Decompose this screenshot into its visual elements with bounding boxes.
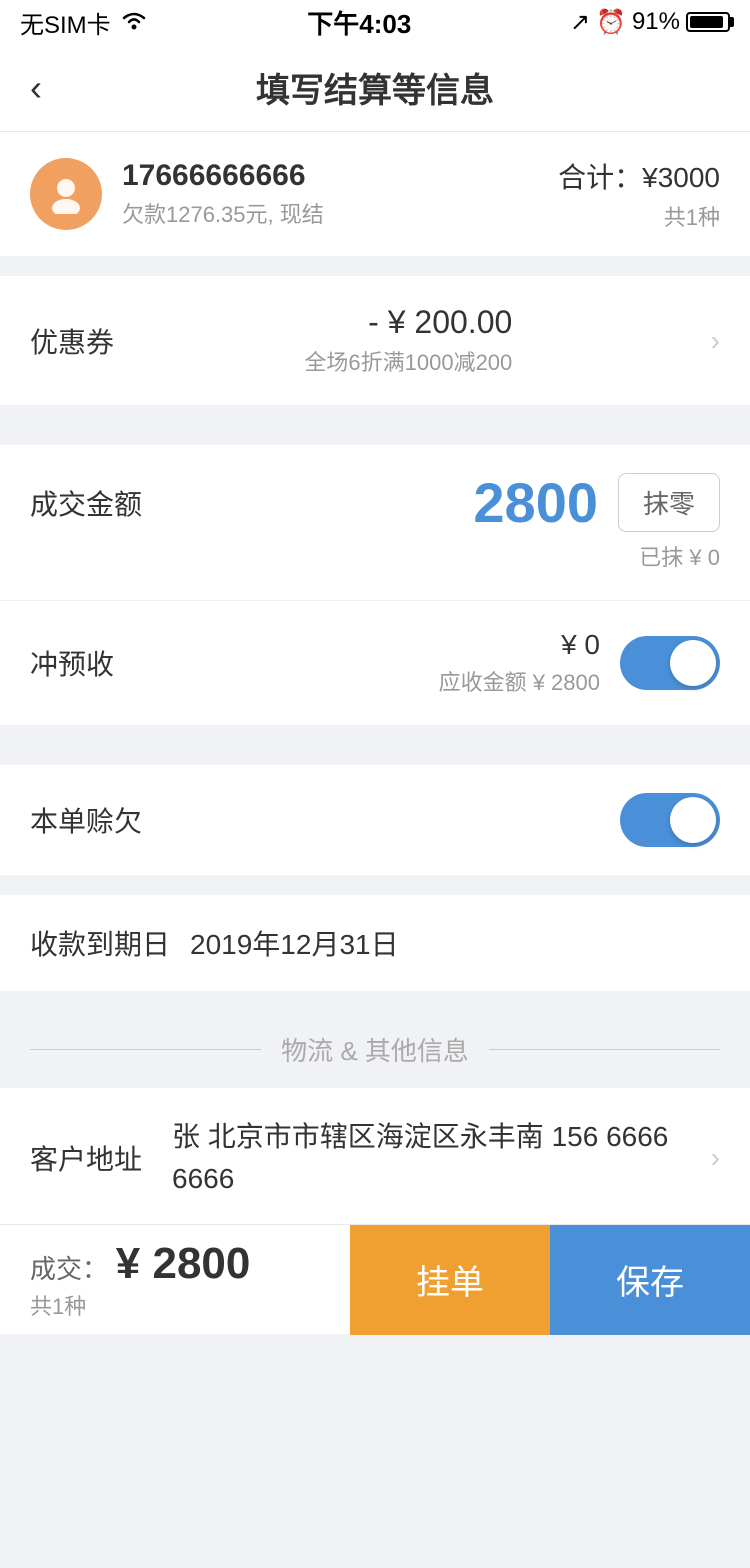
- coupon-discount: - ¥ 200.00: [304, 304, 512, 341]
- customer-phone: 17666666666: [122, 159, 324, 193]
- due-date-row: 收款到期日 2019年12月31日: [30, 923, 720, 963]
- logistics-divider: 物流 & 其他信息: [0, 1011, 750, 1088]
- logistics-line-right: [489, 1049, 720, 1050]
- customer-left: 17666666666 欠款1276.35元, 现结: [30, 158, 324, 230]
- total-count: 共1种: [558, 200, 720, 232]
- coupon-label: 优惠券: [30, 321, 114, 361]
- chevron-right-icon-address: ›: [711, 1142, 720, 1174]
- precharge-row: 冲预收 ¥ 0 应收金额 ¥ 2800: [30, 629, 720, 697]
- customer-details: 17666666666 欠款1276.35元, 现结: [122, 159, 324, 229]
- address-chevron: ›: [703, 1142, 720, 1174]
- hold-button[interactable]: 挂单: [350, 1225, 550, 1335]
- page-title: 填写结算等信息: [256, 63, 494, 112]
- bottom-total-amount: ¥ 2800: [116, 1239, 251, 1288]
- total-amount: 合计：¥3000: [558, 156, 720, 196]
- battery-text: 91%: [632, 8, 680, 36]
- due-date-section: 收款到期日 2019年12月31日: [0, 895, 750, 991]
- wifi-icon: [119, 8, 149, 37]
- battery-icon: [686, 12, 730, 32]
- back-button[interactable]: ‹: [30, 67, 42, 109]
- bad-debt-toggle[interactable]: [620, 793, 720, 847]
- status-right: ↗ ⏰ 91%: [570, 8, 730, 37]
- section-divider: [0, 425, 750, 445]
- due-date-label: 收款到期日: [30, 923, 170, 963]
- due-date-value: 2019年12月31日: [190, 923, 399, 963]
- coupon-right: - ¥ 200.00 全场6折满1000减200: [304, 304, 512, 377]
- chevron-right-icon: ›: [711, 325, 720, 357]
- amount-label: 成交金额: [30, 483, 142, 523]
- precharge-right: ¥ 0 应收金额 ¥ 2800: [439, 629, 720, 697]
- precharge-toggle[interactable]: [620, 636, 720, 690]
- logistics-text: 物流 & 其他信息: [281, 1031, 469, 1068]
- precharge-values: ¥ 0 应收金额 ¥ 2800: [439, 629, 600, 697]
- precharge-section: 冲预收 ¥ 0 应收金额 ¥ 2800: [0, 600, 750, 725]
- coupon-desc: 全场6折满1000减200: [304, 345, 512, 377]
- round-button[interactable]: 抹零: [618, 473, 720, 532]
- precharge-amount: ¥ 0: [439, 629, 600, 661]
- deal-amount-section: 成交金额 2800 抹零 已抹 ¥ 0: [0, 445, 750, 600]
- bottom-count: 共1种: [30, 1289, 320, 1321]
- precharge-sub: 应收金额 ¥ 2800: [439, 665, 600, 697]
- bottom-total-row: 成交： ¥ 2800: [30, 1239, 320, 1289]
- address-value: 张 北京市市辖区海淀区永丰南 156 6666 6666: [172, 1116, 703, 1200]
- status-left: 无SIM卡: [20, 5, 149, 40]
- no-sim-text: 无SIM卡: [20, 5, 111, 40]
- bad-debt-label: 本单赊欠: [30, 800, 142, 840]
- bottom-total-label: 成交：: [30, 1254, 108, 1284]
- nav-bar: ‹ 填写结算等信息: [0, 44, 750, 132]
- logistics-line-left: [30, 1049, 261, 1050]
- bottom-info: 成交： ¥ 2800 共1种: [0, 1239, 350, 1321]
- status-bar: 无SIM卡 下午4:03 ↗ ⏰ 91%: [0, 0, 750, 44]
- address-section[interactable]: 客户地址 张 北京市市辖区海淀区永丰南 156 6666 6666 ›: [0, 1088, 750, 1228]
- amount-row: 成交金额 2800 抹零: [30, 473, 720, 532]
- amount-right: 2800 抹零: [473, 473, 720, 532]
- content: 17666666666 欠款1276.35元, 现结 合计：¥3000 共1种 …: [0, 132, 750, 1568]
- bad-debt-section: 本单赊欠: [0, 765, 750, 875]
- bottom-bar: 成交： ¥ 2800 共1种 挂单 保存: [0, 1224, 750, 1334]
- amount-value: 2800: [473, 475, 598, 531]
- customer-total: 合计：¥3000 共1种: [558, 156, 720, 232]
- status-time: 下午4:03: [307, 4, 411, 41]
- avatar: [30, 158, 102, 230]
- alarm-icon: ⏰: [596, 8, 626, 37]
- customer-subtext: 欠款1276.35元, 现结: [122, 197, 324, 229]
- customer-info-row: 17666666666 欠款1276.35元, 现结 合计：¥3000 共1种: [0, 132, 750, 256]
- coupon-row[interactable]: 优惠券 - ¥ 200.00 全场6折满1000减200 ›: [0, 276, 750, 405]
- amount-sub: 已抹 ¥ 0: [30, 540, 720, 572]
- save-button[interactable]: 保存: [550, 1225, 750, 1335]
- address-label: 客户地址: [30, 1138, 142, 1178]
- precharge-label: 冲预收: [30, 643, 114, 683]
- location-icon: ↗: [570, 8, 590, 37]
- section-divider-2: [0, 745, 750, 765]
